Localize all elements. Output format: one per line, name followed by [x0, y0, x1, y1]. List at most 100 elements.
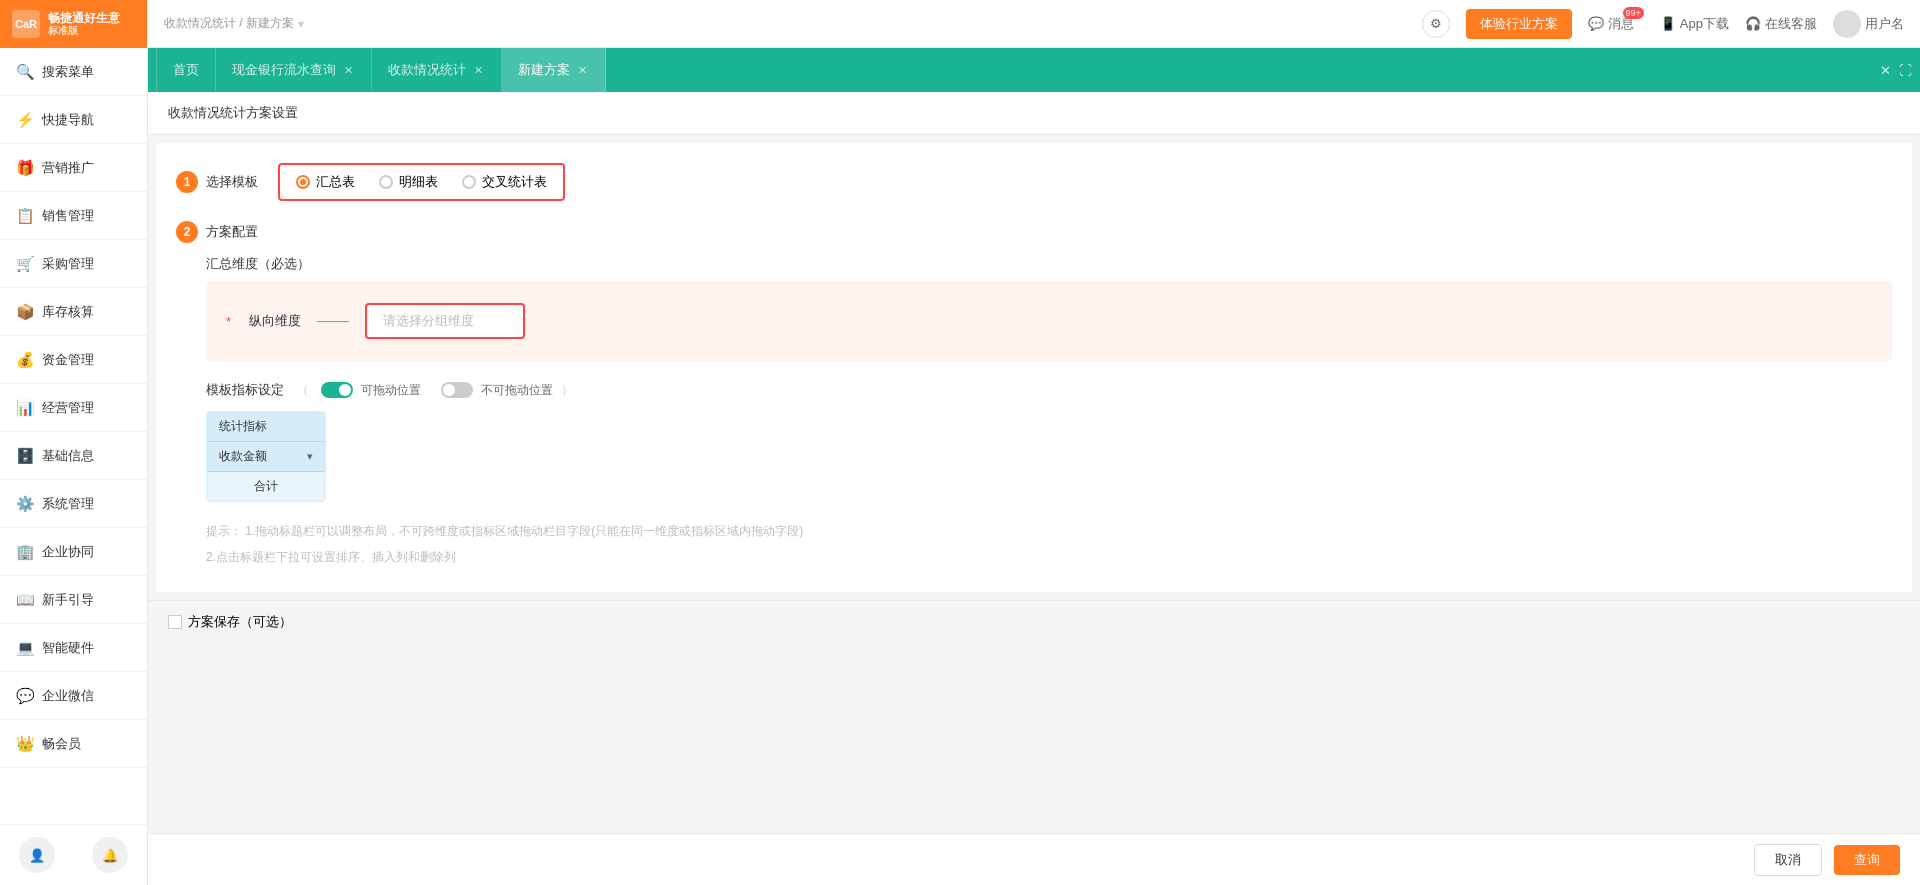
sidebar-item-label: 销售管理 [42, 207, 94, 225]
indicator-header: 模板指标设定 （ 可拖动位置 不可拖动位置 ） [206, 381, 1892, 399]
tab-receipt-close[interactable]: ✕ [472, 62, 485, 79]
tab-close-all-icon[interactable]: ✕ [1880, 63, 1891, 78]
page-title-bar: 收款情况统计方案设置 [148, 92, 1920, 135]
radio-cross-btn[interactable] [462, 175, 476, 189]
logo-text: 畅捷通好生意 [48, 11, 120, 25]
step2-circle: 2 [176, 221, 198, 243]
dimension-container: * 纵向维度 —— 请选择分组维度 [206, 281, 1892, 361]
save-option-checkbox[interactable]: 方案保存（可选） [168, 613, 292, 631]
sidebar-item-label: 企业微信 [42, 687, 94, 705]
sidebar-item-basic-info[interactable]: 🗄️ 基础信息 [0, 432, 147, 480]
sidebar-item-hardware[interactable]: 💻 智能硬件 [0, 624, 147, 672]
step2-section: 2 方案配置 汇总维度（必选） * 纵向维度 —— 请选择分组维度 [176, 221, 1892, 568]
hardware-icon: 💻 [16, 639, 34, 657]
sidebar-item-wechat[interactable]: 💬 企业微信 [0, 672, 147, 720]
edition-tag: 标准版 [48, 25, 120, 37]
step1-circle: 1 [176, 171, 198, 193]
sidebar-item-quick-nav[interactable]: ⚡ 快捷导航 [0, 96, 147, 144]
tab-home[interactable]: 首页 [156, 48, 216, 92]
tips-section: 提示： 1.拖动标题栏可以调整布局，不可跨维度或指标区域拖动栏目字段(只能在同一… [206, 521, 1892, 568]
sidebar-item-label: 新手引导 [42, 591, 94, 609]
message-badge[interactable]: 💬 99+ 消息 [1588, 15, 1644, 33]
sidebar-item-system[interactable]: ⚙️ 系统管理 [0, 480, 147, 528]
sidebar-item-label: 系统管理 [42, 495, 94, 513]
sidebar-item-purchase[interactable]: 🛒 采购管理 [0, 240, 147, 288]
logo-icon: CaR [12, 10, 40, 38]
stats-table: 统计指标 收款金额 ▾ 合计 [206, 411, 326, 502]
cancel-button[interactable]: 取消 [1754, 844, 1822, 876]
indicator-section: 模板指标设定 （ 可拖动位置 不可拖动位置 ） 统计指标 [206, 381, 1892, 505]
query-button[interactable]: 查询 [1834, 845, 1900, 875]
draggable-toggle[interactable] [321, 382, 353, 398]
online-service[interactable]: 🎧 在线客服 [1745, 15, 1817, 33]
search-menu-icon: 🔍 [16, 63, 34, 81]
radio-detail-btn[interactable] [379, 175, 393, 189]
radio-summary-btn[interactable] [296, 175, 310, 189]
tip-item-1: 提示： 1.拖动标题栏可以调整布局，不可跨维度或指标区域拖动栏目字段(只能在同一… [206, 521, 1892, 543]
inventory-icon: 📦 [16, 303, 34, 321]
amount-label: 收款金额 [219, 448, 267, 465]
sidebar-bottom-icon1[interactable]: 👤 [19, 837, 55, 873]
industry-button[interactable]: 体验行业方案 [1466, 9, 1572, 39]
save-checkbox-box[interactable] [168, 615, 182, 629]
tab-receipt-label: 收款情况统计 [388, 61, 466, 79]
required-star: * [226, 314, 231, 329]
arrow-right-icon: —— [317, 312, 349, 330]
sidebar-item-search-menu[interactable]: 🔍 搜索菜单 [0, 48, 147, 96]
sidebar: CaR 畅捷通好生意 标准版 🔍 搜索菜单 ⚡ 快捷导航 🎁 营销推广 📋 销售… [0, 0, 148, 885]
guide-icon: 📖 [16, 591, 34, 609]
settings-button[interactable]: ⚙ [1422, 10, 1450, 38]
tab-bar: 首页 现金银行流水查询 ✕ 收款情况统计 ✕ 新建方案 ✕ ✕ ⛶ [148, 48, 1920, 92]
sidebar-item-finance[interactable]: 💰 资金管理 [0, 336, 147, 384]
tab-expand-icon[interactable]: ⛶ [1899, 63, 1912, 78]
sidebar-item-guide[interactable]: 📖 新手引导 [0, 576, 147, 624]
tab-new-plan[interactable]: 新建方案 ✕ [502, 48, 606, 92]
sidebar-bottom-icon2[interactable]: 🔔 [92, 837, 128, 873]
step2-content: 汇总维度（必选） * 纵向维度 —— 请选择分组维度 [176, 255, 1892, 568]
page-content: 收款情况统计方案设置 1 选择模板 汇总表 明细表 [148, 92, 1920, 833]
sidebar-item-label: 搜索菜单 [42, 63, 94, 81]
sidebar-item-label: 营销推广 [42, 159, 94, 177]
user-name: 用户名 [1865, 15, 1904, 33]
dimension-title-text: 汇总维度（必选） [206, 256, 310, 271]
tab-new-plan-close[interactable]: ✕ [576, 62, 589, 79]
message-icon: 💬 [1588, 16, 1604, 31]
header-right-actions: 💬 99+ 消息 📱 App下载 🎧 在线客服 用户名 [1588, 10, 1904, 38]
main-area: 收款情况统计 / 新建方案 ▾ ⚙ 体验行业方案 💬 99+ 消息 📱 App下… [148, 0, 1920, 885]
sidebar-item-label: 畅会员 [42, 735, 81, 753]
header-actions: ⚙ 体验行业方案 💬 99+ 消息 📱 App下载 🎧 在线客服 [1422, 9, 1904, 39]
non-draggable-toggle[interactable] [441, 382, 473, 398]
sidebar-item-label: 企业协同 [42, 543, 94, 561]
sidebar-item-inventory[interactable]: 📦 库存核算 [0, 288, 147, 336]
sidebar-item-marketing[interactable]: 🎁 营销推广 [0, 144, 147, 192]
tab-cashflow-close[interactable]: ✕ [342, 62, 355, 79]
sidebar-item-label: 智能硬件 [42, 639, 94, 657]
radio-summary[interactable]: 汇总表 [296, 173, 355, 191]
tab-receipt-stats[interactable]: 收款情况统计 ✕ [372, 48, 502, 92]
sidebar-item-member[interactable]: 👑 畅会员 [0, 720, 147, 768]
user-area[interactable]: 用户名 [1833, 10, 1904, 38]
message-count: 99+ [1623, 7, 1644, 19]
tab-bar-actions: ✕ ⛶ [1880, 63, 1912, 78]
sidebar-item-enterprise[interactable]: 🏢 企业协同 [0, 528, 147, 576]
sidebar-item-operation[interactable]: 📊 经营管理 [0, 384, 147, 432]
amount-row-header[interactable]: 收款金额 ▾ [207, 442, 325, 472]
step2-label: 方案配置 [206, 223, 258, 241]
sidebar-item-label: 基础信息 [42, 447, 94, 465]
radio-summary-label: 汇总表 [316, 173, 355, 191]
indicator-title: 模板指标设定 [206, 381, 284, 399]
step1-label: 选择模板 [206, 173, 258, 191]
non-draggable-label: 不可拖动位置 [481, 382, 553, 399]
dimension-select[interactable]: 请选择分组维度 [365, 303, 525, 339]
radio-cross[interactable]: 交叉统计表 [462, 173, 547, 191]
tab-cashflow-label: 现金银行流水查询 [232, 61, 336, 79]
app-download-label: App下载 [1680, 15, 1729, 33]
vertical-dim-label: 纵向维度 [249, 312, 301, 330]
sidebar-item-sales[interactable]: 📋 销售管理 [0, 192, 147, 240]
radio-detail[interactable]: 明细表 [379, 173, 438, 191]
bottom-bar: 取消 查询 [148, 833, 1920, 885]
app-download[interactable]: 📱 App下载 [1660, 15, 1729, 33]
sidebar-item-label: 经营管理 [42, 399, 94, 417]
tab-cashflow[interactable]: 现金银行流水查询 ✕ [216, 48, 372, 92]
form-section: 1 选择模板 汇总表 明细表 交叉统计表 [156, 143, 1912, 592]
